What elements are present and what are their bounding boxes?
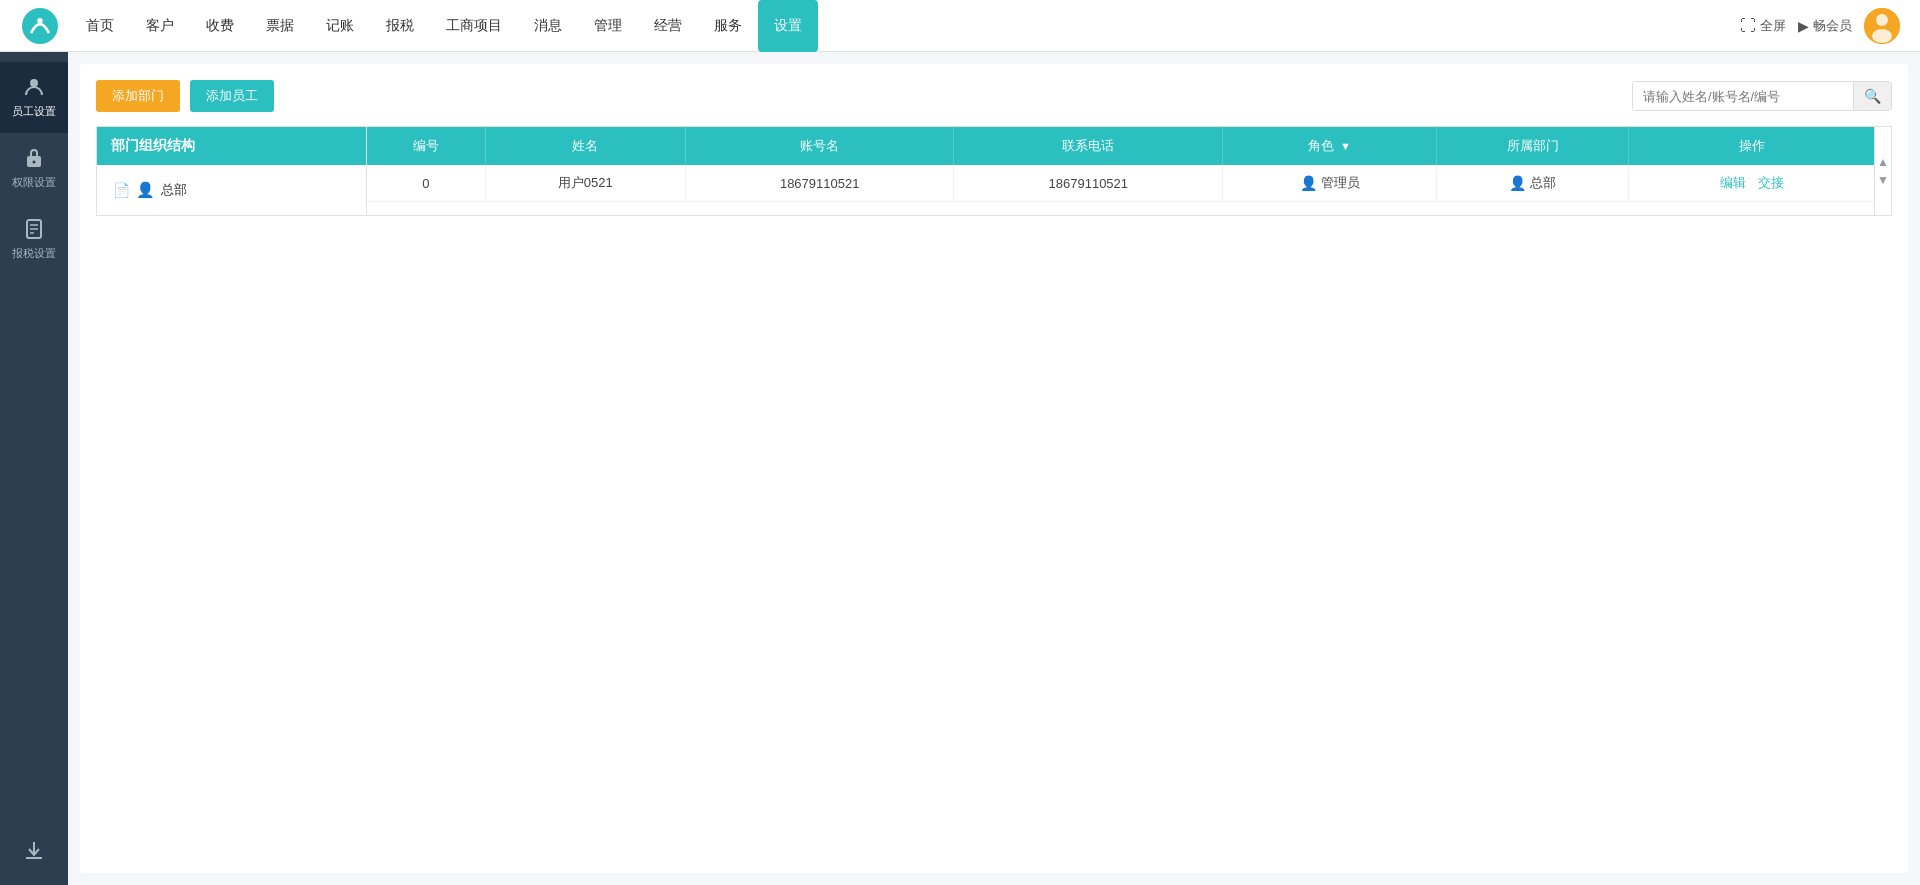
edit-link[interactable]: 编辑 <box>1720 175 1746 190</box>
cell-role: 👤 管理员 <box>1223 165 1437 202</box>
search-input[interactable] <box>1633 83 1853 110</box>
dept-tree: 部门组织结构 📄 👤 总部 <box>97 127 367 215</box>
sidebar-item-tax-settings[interactable]: 报税设置 <box>0 204 68 275</box>
col-phone: 联系电话 <box>954 127 1223 165</box>
file-icon: 📄 <box>113 182 130 198</box>
dept-item-general[interactable]: 📄 👤 总部 <box>109 175 354 205</box>
staff-table: 编号 姓名 账号名 联系电话 角色 ▼ 所属部门 操作 <box>367 127 1874 215</box>
svg-point-5 <box>30 79 38 87</box>
svg-point-3 <box>1876 14 1888 26</box>
nav-home[interactable]: 首页 <box>70 0 130 52</box>
dept-cell-icon: 👤 <box>1509 175 1526 191</box>
sidebar: 员工设置 权限设置 报税设置 <box>0 52 68 885</box>
fullscreen-button[interactable]: ⛶ 全屏 <box>1740 17 1786 35</box>
sidebar-permissions-label: 权限设置 <box>12 175 56 190</box>
nav-business[interactable]: 工商项目 <box>430 0 518 52</box>
tax-settings-icon <box>23 218 45 240</box>
nav-accounting[interactable]: 记账 <box>310 0 370 52</box>
nav-manage[interactable]: 管理 <box>578 0 638 52</box>
download-icon <box>23 839 45 861</box>
cell-account: 18679110521 <box>685 165 954 202</box>
svg-point-0 <box>22 8 58 44</box>
svg-point-4 <box>1872 29 1892 43</box>
col-account: 账号名 <box>685 127 954 165</box>
scroll-arrows: ▲ ▼ <box>1874 127 1891 215</box>
col-dept: 所属部门 <box>1437 127 1629 165</box>
nav-operation[interactable]: 经营 <box>638 0 698 52</box>
top-nav-right: ⛶ 全屏 ▶ 畅会员 <box>1740 8 1900 44</box>
search-button[interactable]: 🔍 <box>1853 82 1891 110</box>
vip-label: 畅会员 <box>1813 17 1852 35</box>
nav-fee[interactable]: 收费 <box>190 0 250 52</box>
fullscreen-label: 全屏 <box>1760 17 1786 35</box>
cell-name: 用户0521 <box>485 165 685 202</box>
dept-item-label: 总部 <box>161 181 187 199</box>
add-dept-button[interactable]: 添加部门 <box>96 80 180 112</box>
employee-table: 编号 姓名 账号名 联系电话 角色 ▼ 所属部门 操作 <box>367 127 1874 202</box>
cell-actions: 编辑 交接 <box>1629 165 1874 202</box>
col-name: 姓名 <box>485 127 685 165</box>
sidebar-item-permissions[interactable]: 权限设置 <box>0 133 68 204</box>
role-user-icon: 👤 <box>1300 175 1317 191</box>
svg-point-1 <box>37 17 42 22</box>
svg-point-7 <box>33 161 36 164</box>
main-layout: 员工设置 权限设置 报税设置 <box>0 52 1920 885</box>
sidebar-download-button[interactable] <box>0 825 68 875</box>
sidebar-item-employee[interactable]: 员工设置 <box>0 62 68 133</box>
nav-invoice[interactable]: 票据 <box>250 0 310 52</box>
col-action: 操作 <box>1629 127 1874 165</box>
vip-icon: ▶ <box>1798 18 1809 34</box>
fullscreen-icon: ⛶ <box>1740 17 1756 35</box>
search-box: 🔍 <box>1632 81 1892 111</box>
vip-button[interactable]: ▶ 畅会员 <box>1798 17 1852 35</box>
main-menu: 首页 客户 收费 票据 记账 报税 工商项目 消息 管理 经营 服务 设置 <box>70 0 1740 52</box>
toolbar: 添加部门 添加员工 🔍 <box>96 80 1892 112</box>
nav-tax[interactable]: 报税 <box>370 0 430 52</box>
nav-message[interactable]: 消息 <box>518 0 578 52</box>
nav-service[interactable]: 服务 <box>698 0 758 52</box>
dept-tree-header: 部门组织结构 <box>97 127 366 165</box>
lock-icon <box>23 147 45 169</box>
handover-link[interactable]: 交接 <box>1758 175 1784 190</box>
table-header-row: 编号 姓名 账号名 联系电话 角色 ▼ 所属部门 操作 <box>367 127 1874 165</box>
top-nav: 首页 客户 收费 票据 记账 报税 工商项目 消息 管理 经营 服务 设置 ⛶ … <box>0 0 1920 52</box>
content-inner: 添加部门 添加员工 🔍 部门组织结构 📄 👤 <box>80 64 1908 873</box>
table-layout: 部门组织结构 📄 👤 总部 编号 <box>96 126 1892 216</box>
employee-icon <box>23 76 45 98</box>
role-label: 管理员 <box>1321 174 1360 192</box>
col-id: 编号 <box>367 127 485 165</box>
sidebar-bottom <box>0 825 68 885</box>
cell-dept: 👤 总部 <box>1437 165 1629 202</box>
logo <box>10 8 70 44</box>
scroll-up-arrow[interactable]: ▲ <box>1877 153 1889 171</box>
nav-settings[interactable]: 设置 <box>758 0 818 52</box>
dept-cell-label: 总部 <box>1530 174 1556 192</box>
content-area: 添加部门 添加员工 🔍 部门组织结构 📄 👤 <box>68 52 1920 885</box>
nav-customer[interactable]: 客户 <box>130 0 190 52</box>
dept-tree-body: 📄 👤 总部 <box>97 165 366 215</box>
scroll-down-arrow[interactable]: ▼ <box>1877 171 1889 189</box>
table-row: 0 用户0521 18679110521 18679110521 👤 管理员 <box>367 165 1874 202</box>
sidebar-tax-label: 报税设置 <box>12 246 56 261</box>
sidebar-employee-label: 员工设置 <box>12 104 56 119</box>
filter-icon[interactable]: ▼ <box>1340 140 1351 152</box>
dept-user-icon: 👤 <box>136 181 155 199</box>
cell-phone: 18679110521 <box>954 165 1223 202</box>
add-staff-button[interactable]: 添加员工 <box>190 80 274 112</box>
col-role: 角色 ▼ <box>1223 127 1437 165</box>
search-icon: 🔍 <box>1864 88 1881 104</box>
avatar[interactable] <box>1864 8 1900 44</box>
cell-id: 0 <box>367 165 485 202</box>
